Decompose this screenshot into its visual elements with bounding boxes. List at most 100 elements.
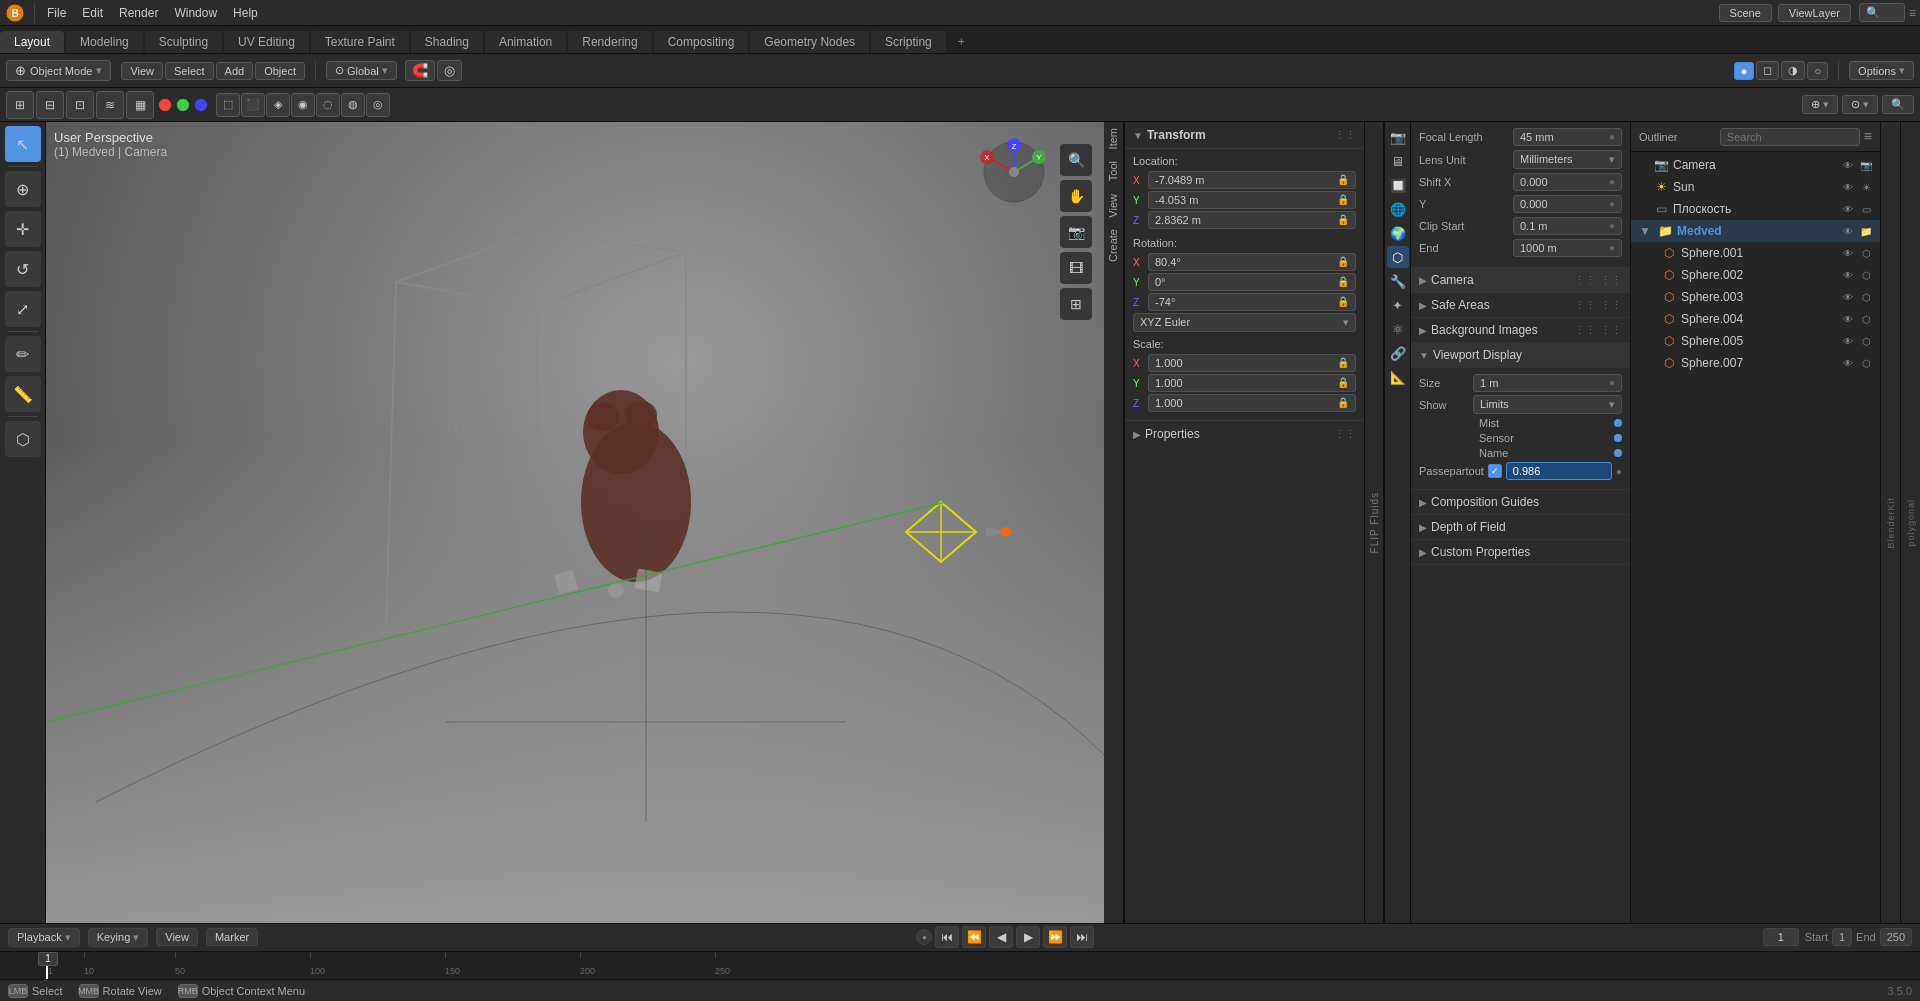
select-tool[interactable]: ↖ xyxy=(5,126,41,162)
blender-logo[interactable]: B xyxy=(4,2,26,24)
menu-help[interactable]: Help xyxy=(225,0,266,25)
sphere007-vis-eye[interactable]: 👁 xyxy=(1840,355,1856,371)
object-mode-dropdown[interactable]: ⊕ Object Mode ▾ xyxy=(6,60,111,81)
tab-animation[interactable]: Animation xyxy=(485,31,566,53)
passepartout-lock-icon[interactable]: ● xyxy=(1616,466,1622,477)
jump-end-btn[interactable]: ⏭ xyxy=(1070,926,1094,948)
camera-section-header[interactable]: ▶ Camera ⋮⋮ ⋮⋮ xyxy=(1411,268,1630,293)
safe-areas-header[interactable]: ▶ Safe Areas ⋮⋮ ⋮⋮ xyxy=(1411,293,1630,318)
props-icon-output[interactable]: 🖥 xyxy=(1387,150,1409,172)
lens-unit-dropdown[interactable]: Millimeters ▾ xyxy=(1513,150,1622,169)
timeline-marker-menu[interactable]: Marker xyxy=(206,928,258,946)
options-button[interactable]: Options ▾ xyxy=(1849,61,1914,80)
tab-rendering[interactable]: Rendering xyxy=(568,31,651,53)
viewport-shading-wireframe[interactable]: ◻ xyxy=(1756,61,1779,80)
view-tab[interactable]: View xyxy=(1104,188,1123,224)
rotate-tool[interactable]: ↺ xyxy=(5,251,41,287)
timeline-frames-track[interactable]: 1 1 10 50 100 150 200 250 xyxy=(0,952,1920,979)
outliner-item-medved[interactable]: ▼ 📁 Medved 👁 📁 xyxy=(1631,220,1880,242)
render-mode-7[interactable]: ◎ xyxy=(366,93,390,117)
medved-vis-eye[interactable]: 👁 xyxy=(1840,223,1856,239)
next-frame-btn[interactable]: ⏩ xyxy=(1043,926,1067,948)
sphere001-vis-render[interactable]: ⬡ xyxy=(1858,245,1874,261)
focal-length-field[interactable]: 45 mm ● xyxy=(1513,128,1622,146)
item-tab[interactable]: Item xyxy=(1104,122,1123,155)
sphere005-vis-eye[interactable]: 👁 xyxy=(1840,333,1856,349)
outliner-filter-icon[interactable]: ≡ xyxy=(1864,128,1872,146)
render-mode-5[interactable]: ◌ xyxy=(316,93,340,117)
sun-vis-render[interactable]: ☀ xyxy=(1858,179,1874,195)
jump-start-btn[interactable]: ⏮ xyxy=(935,926,959,948)
sphere005-vis-render[interactable]: ⬡ xyxy=(1858,333,1874,349)
prev-frame-btn[interactable]: ⏪ xyxy=(962,926,986,948)
tab-scripting[interactable]: Scripting xyxy=(871,31,946,53)
passepartout-value-field[interactable]: 0.986 xyxy=(1506,462,1612,480)
search-box[interactable]: 🔍 xyxy=(1859,3,1905,22)
viewport-shading-solid[interactable]: ● xyxy=(1734,62,1755,80)
background-images-header[interactable]: ▶ Background Images ⋮⋮ ⋮⋮ xyxy=(1411,318,1630,343)
sphere002-vis-render[interactable]: ⬡ xyxy=(1858,267,1874,283)
vd-show-dropdown[interactable]: Limits ▾ xyxy=(1473,395,1622,414)
green-channel-btn[interactable] xyxy=(176,98,190,112)
menu-window[interactable]: Window xyxy=(166,0,225,25)
toggle-something[interactable]: ▦ xyxy=(126,91,154,119)
props-icon-physics[interactable]: ⚛ xyxy=(1387,318,1409,340)
shift-x-field[interactable]: 0.000 ● xyxy=(1513,173,1622,191)
sphere007-vis-render[interactable]: ⬡ xyxy=(1858,355,1874,371)
select-menu[interactable]: Select xyxy=(165,62,214,80)
sun-vis-eye[interactable]: 👁 xyxy=(1840,179,1856,195)
playback-dropdown[interactable]: Playback ▾ xyxy=(8,928,80,947)
props-icon-object[interactable]: ⬡ xyxy=(1387,246,1409,268)
sphere003-vis-eye[interactable]: 👁 xyxy=(1840,289,1856,305)
vd-size-field[interactable]: 1 m ● xyxy=(1473,374,1622,392)
render-mode-1[interactable]: ⬚ xyxy=(216,93,240,117)
properties-header[interactable]: ▶ Properties ⋮⋮ xyxy=(1125,420,1364,447)
medved-vis-render[interactable]: 📁 xyxy=(1858,223,1874,239)
measure-tool[interactable]: 📏 xyxy=(5,376,41,412)
props-icon-data[interactable]: 📐 xyxy=(1387,366,1409,388)
view-rotate-btn[interactable]: 📷 xyxy=(1060,216,1092,248)
scale-x-field[interactable]: 1.000 🔒 xyxy=(1148,354,1356,372)
props-icon-scene[interactable]: 🌐 xyxy=(1387,198,1409,220)
proportional-edit-icon[interactable]: ◎ xyxy=(437,60,462,81)
location-x-field[interactable]: -7.0489 m 🔒 xyxy=(1148,171,1356,189)
viewport-shading-rendered[interactable]: ○ xyxy=(1807,62,1828,80)
view-zoom-btn[interactable]: 🔍 xyxy=(1060,144,1092,176)
toggle-channels[interactable]: ≋ xyxy=(96,91,124,119)
outliner-item-sphere002[interactable]: ⬡ Sphere.002 👁 ⬡ xyxy=(1631,264,1880,286)
outliner-item-camera[interactable]: 📷 Camera 👁 📷 xyxy=(1631,154,1880,176)
render-mode-6[interactable]: ◍ xyxy=(341,93,365,117)
view-camera-btn[interactable]: 🎞 xyxy=(1060,252,1092,284)
blue-channel-btn[interactable] xyxy=(194,98,208,112)
view-layer-selector[interactable]: ViewLayer xyxy=(1778,4,1851,22)
clip-start-field[interactable]: 0.1 m ● xyxy=(1513,217,1622,235)
toggle-header[interactable]: ⊡ xyxy=(66,91,94,119)
cursor-tool[interactable]: ⊕ xyxy=(5,171,41,207)
props-icon-particles[interactable]: ✦ xyxy=(1387,294,1409,316)
props-icon-world[interactable]: 🌍 xyxy=(1387,222,1409,244)
location-y-field[interactable]: -4.053 m 🔒 xyxy=(1148,191,1356,209)
toggle-tool-shelf[interactable]: ⊞ xyxy=(6,91,34,119)
create-tab[interactable]: Create xyxy=(1104,223,1123,268)
snap-icon[interactable]: 🧲 xyxy=(405,60,435,81)
sphere002-vis-eye[interactable]: 👁 xyxy=(1840,267,1856,283)
scale-y-field[interactable]: 1.000 🔒 xyxy=(1148,374,1356,392)
viewport-3d[interactable]: User Perspective (1) Medved | Camera Z Y… xyxy=(46,122,1104,923)
camera-vis-render[interactable]: 📷 xyxy=(1858,157,1874,173)
render-mode-4[interactable]: ◉ xyxy=(291,93,315,117)
viewport-shading-material[interactable]: ◑ xyxy=(1781,61,1805,80)
timeline-view-menu[interactable]: View xyxy=(156,928,198,946)
props-icon-render[interactable]: 📷 xyxy=(1387,126,1409,148)
menu-file[interactable]: File xyxy=(39,0,74,25)
location-z-field[interactable]: 2.8362 m 🔒 xyxy=(1148,211,1356,229)
play-reverse-btn[interactable]: ◀ xyxy=(989,926,1013,948)
passepartout-checkbox[interactable]: ✓ xyxy=(1488,464,1502,478)
outliner-item-sphere003[interactable]: ⬡ Sphere.003 👁 ⬡ xyxy=(1631,286,1880,308)
clip-end-field[interactable]: 1000 m ● xyxy=(1513,239,1622,257)
add-workspace-tab[interactable]: + xyxy=(948,31,975,53)
transform-pivot-dropdown[interactable]: ⊙ Global ▾ xyxy=(326,61,397,80)
search-viewport-btn[interactable]: 🔍 xyxy=(1882,95,1914,114)
tab-layout[interactable]: Layout xyxy=(0,31,64,53)
shift-y-field[interactable]: 0.000 ● xyxy=(1513,195,1622,213)
menu-render[interactable]: Render xyxy=(111,0,166,25)
